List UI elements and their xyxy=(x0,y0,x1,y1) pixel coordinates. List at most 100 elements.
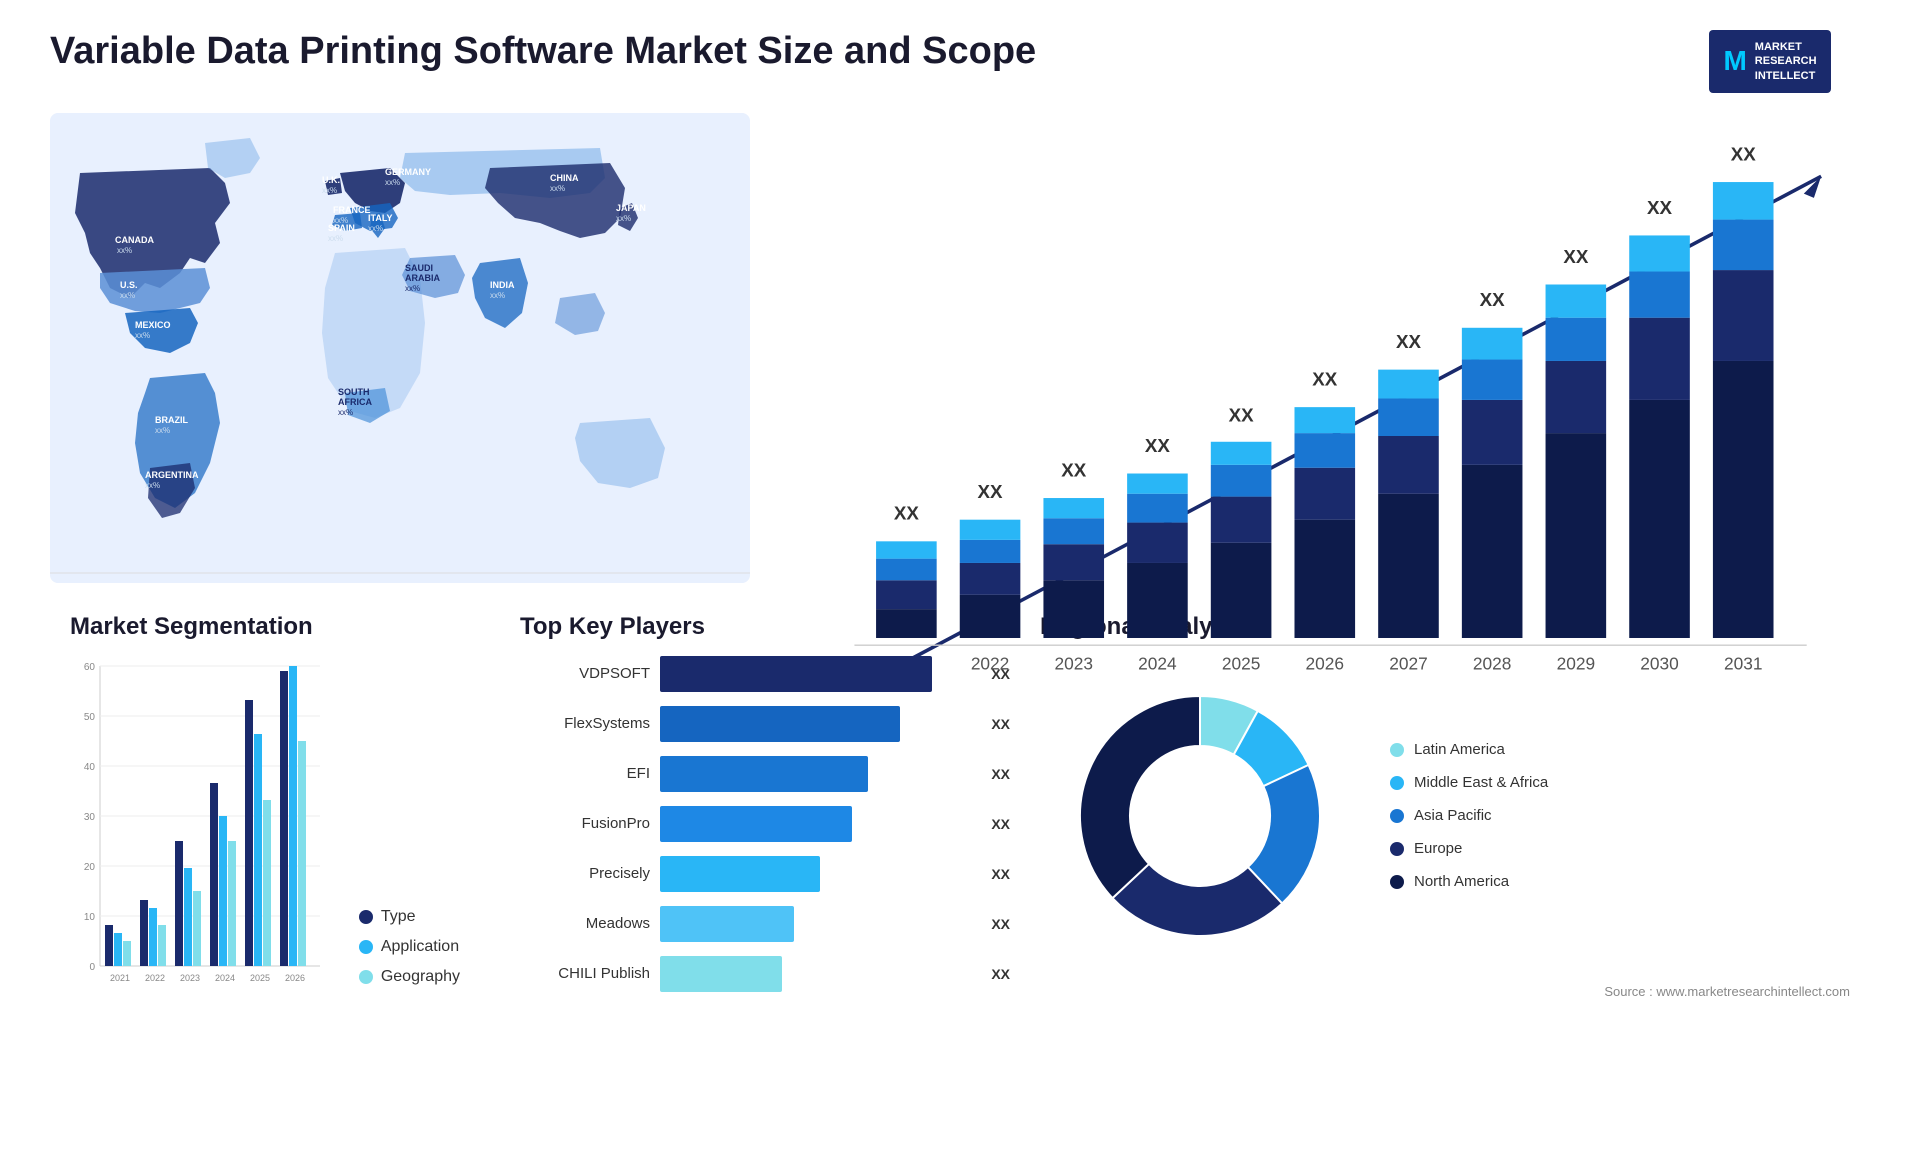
svg-text:20: 20 xyxy=(84,862,96,873)
regional-legend-dot xyxy=(1390,776,1404,790)
legend-label-geography: Geography xyxy=(381,968,460,986)
player-bar xyxy=(660,806,852,842)
regional-legend-dot xyxy=(1390,875,1404,889)
regional-legend-dot xyxy=(1390,842,1404,856)
legend-dot-application xyxy=(359,940,373,954)
svg-text:30: 30 xyxy=(84,812,96,823)
svg-text:40: 40 xyxy=(84,762,96,773)
top-row: CANADA xx% U.S. xx% MEXICO xx% BRAZIL xx… xyxy=(50,113,1870,583)
players-section: Top Key Players VDPSOFT XX FlexSystems X… xyxy=(500,603,1000,1143)
svg-text:xx%: xx% xyxy=(120,291,135,300)
player-name: CHILI Publish xyxy=(520,965,650,982)
player-value: XX xyxy=(991,766,1010,782)
svg-text:2021: 2021 xyxy=(110,973,130,983)
legend-application: Application xyxy=(359,938,460,956)
svg-text:xx%: xx% xyxy=(490,291,505,300)
svg-text:CHINA: CHINA xyxy=(550,173,579,183)
player-bar xyxy=(660,906,794,942)
svg-text:xx%: xx% xyxy=(135,331,150,340)
svg-text:2031: 2031 xyxy=(1724,654,1762,674)
player-bar-wrap: XX xyxy=(660,756,980,792)
player-row: Precisely XX xyxy=(520,856,980,892)
player-name: Meadows xyxy=(520,915,650,932)
svg-text:BRAZIL: BRAZIL xyxy=(155,415,188,425)
legend-geography: Geography xyxy=(359,968,460,986)
player-row: Meadows XX xyxy=(520,906,980,942)
svg-text:FRANCE: FRANCE xyxy=(333,205,371,215)
segmentation-legend: Type Application Geography xyxy=(359,908,460,1036)
svg-text:xx%: xx% xyxy=(405,284,420,293)
svg-text:2026: 2026 xyxy=(285,973,305,983)
player-row: CHILI Publish XX xyxy=(520,956,980,992)
legend-label-application: Application xyxy=(381,938,459,956)
svg-text:CANADA: CANADA xyxy=(115,235,154,245)
players-list: VDPSOFT XX FlexSystems XX EFI XX FusionP… xyxy=(520,656,980,992)
player-bar-wrap: XX xyxy=(660,806,980,842)
svg-text:AFRICA: AFRICA xyxy=(338,397,372,407)
svg-text:10: 10 xyxy=(84,912,96,923)
svg-text:U.K.: U.K. xyxy=(322,175,340,185)
player-name: VDPSOFT xyxy=(520,665,650,682)
svg-text:XX: XX xyxy=(1731,143,1757,164)
logo-text: MARKETRESEARCHINTELLECT xyxy=(1755,40,1817,83)
svg-text:XX: XX xyxy=(1312,368,1338,389)
player-bar xyxy=(660,756,868,792)
header: Variable Data Printing Software Market S… xyxy=(50,30,1870,93)
svg-text:XX: XX xyxy=(978,481,1004,502)
svg-text:xx%: xx% xyxy=(338,408,353,417)
svg-text:SPAIN: SPAIN xyxy=(328,223,355,233)
regional-legend-item: Middle East & Africa xyxy=(1390,774,1548,791)
logo-area: M MARKETRESEARCHINTELLECT xyxy=(1670,30,1870,93)
bar-chart-svg: XX XX XX XX xyxy=(840,133,1850,753)
world-map: CANADA xx% U.S. xx% MEXICO xx% BRAZIL xx… xyxy=(50,113,750,583)
player-bar-wrap: XX xyxy=(660,656,980,692)
svg-text:2023: 2023 xyxy=(180,973,200,983)
regional-legend-item: Europe xyxy=(1390,840,1548,857)
player-bar xyxy=(660,956,782,992)
svg-text:XX: XX xyxy=(894,503,920,524)
svg-text:60: 60 xyxy=(84,662,96,673)
seg-chart-svg: 0 10 20 30 40 50 60 2021 xyxy=(70,656,330,1026)
player-name: Precisely xyxy=(520,865,650,882)
player-bar xyxy=(660,706,900,742)
svg-text:XX: XX xyxy=(1480,289,1506,310)
svg-text:ARABIA: ARABIA xyxy=(405,273,440,283)
svg-text:xx%: xx% xyxy=(145,481,160,490)
player-bar xyxy=(660,856,820,892)
svg-text:2023: 2023 xyxy=(1054,654,1092,674)
svg-text:2027: 2027 xyxy=(1389,654,1427,674)
svg-text:2025: 2025 xyxy=(1222,654,1260,674)
svg-text:XX: XX xyxy=(1647,197,1673,218)
svg-text:XX: XX xyxy=(1145,435,1171,456)
svg-text:xx%: xx% xyxy=(385,178,400,187)
regional-legend-label: North America xyxy=(1414,873,1509,890)
regional-legend-label: Europe xyxy=(1414,840,1462,857)
svg-text:2024: 2024 xyxy=(215,973,235,983)
regional-legend-label: Asia Pacific xyxy=(1414,807,1492,824)
player-value: XX xyxy=(991,816,1010,832)
legend-type: Type xyxy=(359,908,460,926)
svg-text:xx%: xx% xyxy=(616,214,631,223)
segmentation-title: Market Segmentation xyxy=(70,613,460,641)
bar-chart: XX XX XX XX xyxy=(780,113,1870,583)
regional-legend-item: Asia Pacific xyxy=(1390,807,1548,824)
svg-text:XX: XX xyxy=(1563,246,1589,267)
svg-text:0: 0 xyxy=(89,962,95,973)
regional-legend-label: Middle East & Africa xyxy=(1414,774,1548,791)
svg-text:2024: 2024 xyxy=(1138,654,1177,674)
source-line: Source : www.marketresearchintellect.com xyxy=(1040,984,1850,999)
svg-text:MEXICO: MEXICO xyxy=(135,320,171,330)
segmentation-chart: 0 10 20 30 40 50 60 2021 xyxy=(70,656,339,1036)
player-row: VDPSOFT XX xyxy=(520,656,980,692)
player-row: FlexSystems XX xyxy=(520,706,980,742)
player-name: FlexSystems xyxy=(520,715,650,732)
player-bar-wrap: XX xyxy=(660,706,980,742)
page-title: Variable Data Printing Software Market S… xyxy=(50,30,1670,73)
player-bar-wrap: XX xyxy=(660,906,980,942)
regional-legend: Latin America Middle East & Africa Asia … xyxy=(1390,741,1548,890)
svg-text:2029: 2029 xyxy=(1557,654,1595,674)
regional-legend-dot xyxy=(1390,809,1404,823)
player-name: FusionPro xyxy=(520,815,650,832)
legend-label-type: Type xyxy=(381,908,416,926)
svg-text:JAPAN: JAPAN xyxy=(616,203,646,213)
